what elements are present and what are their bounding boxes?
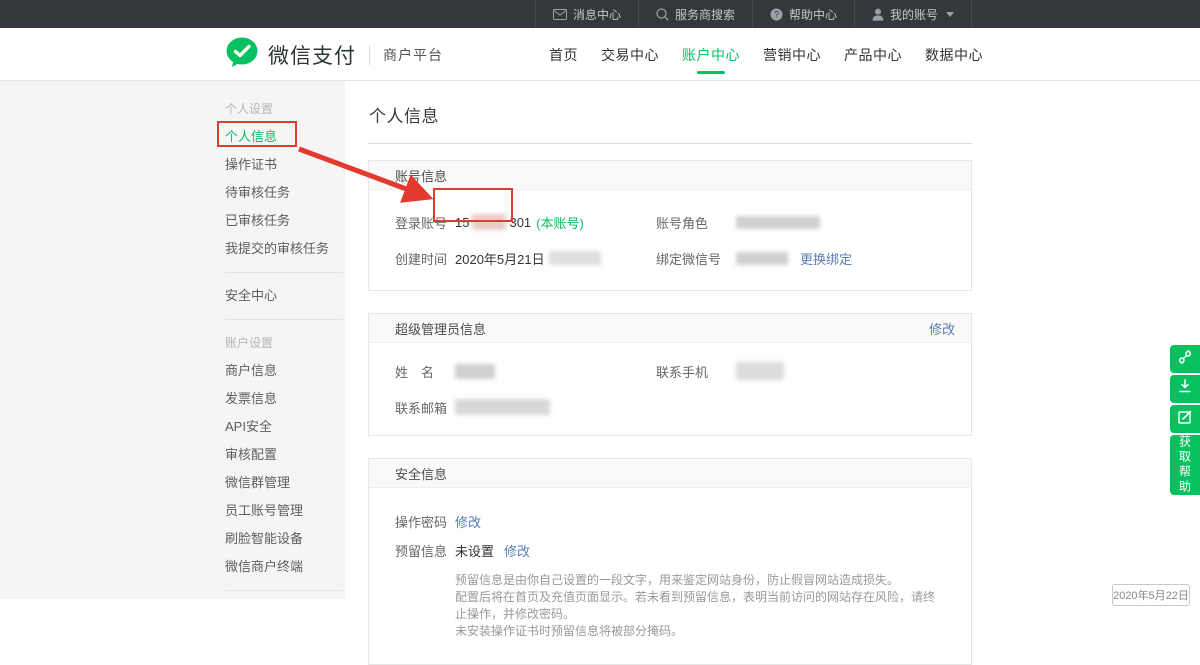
- super-admin-edit-link[interactable]: 修改: [929, 319, 955, 338]
- operation-password-label: 操作密码: [395, 512, 455, 531]
- nav-marketing-center[interactable]: 营销中心: [763, 28, 821, 81]
- my-account-label: 我的账号: [890, 6, 938, 23]
- nav-transaction-center[interactable]: 交易中心: [601, 28, 659, 81]
- quick-link-button[interactable]: [1170, 345, 1200, 373]
- sidebar-group-account-settings: 账户设置: [225, 329, 345, 357]
- security-info-section: 安全信息 操作密码 修改 预留信息 未设置 修改 预留信息是由你自己设置的一段文…: [368, 458, 972, 665]
- admin-name-label: 姓 名: [395, 362, 455, 381]
- nav-data-center[interactable]: 数据中心: [925, 28, 983, 81]
- nav-product-center[interactable]: 产品中心: [844, 28, 902, 81]
- contact-phone-label: 联系手机: [656, 362, 736, 381]
- help-center-item[interactable]: ? 帮助中心: [752, 0, 854, 28]
- login-account-value: 15 301 (本账号): [455, 213, 584, 232]
- sidebar-item-pending-review-tasks[interactable]: 待审核任务: [225, 179, 345, 207]
- help-center-label: 帮助中心: [789, 6, 837, 23]
- download-button[interactable]: [1170, 375, 1200, 403]
- message-center-label: 消息中心: [573, 6, 621, 23]
- reserved-info-notes: 预留信息是由你自己设置的一段文字，用来鉴定网站身份，防止假冒网站造成损失。 配置…: [455, 572, 945, 640]
- account-role-label: 账号角色: [656, 213, 736, 232]
- rebind-wechat-link[interactable]: 更换绑定: [800, 249, 852, 268]
- link-icon: [1178, 349, 1192, 370]
- portal-name: 商户平台: [383, 45, 443, 65]
- my-account-item[interactable]: 我的账号: [854, 0, 972, 28]
- login-account-label: 登录账号: [395, 213, 455, 232]
- contact-email-label: 联系邮箱: [395, 398, 455, 417]
- brand-divider: [369, 45, 370, 65]
- bound-wechat-label: 绑定微信号: [656, 249, 736, 268]
- redacted-created-time: [549, 251, 601, 265]
- security-info-section-title: 安全信息: [395, 464, 447, 483]
- note-line: 预留信息是由你自己设置的一段文字，用来鉴定网站身份，防止假冒网站造成损失。: [455, 572, 945, 589]
- account-info-section-title: 账号信息: [395, 166, 447, 185]
- super-admin-section-title: 超级管理员信息: [395, 319, 486, 338]
- note-line: 未安装操作证书时预留信息将被部分掩码。: [455, 623, 945, 640]
- created-time-label: 创建时间: [395, 249, 455, 268]
- search-icon: [656, 8, 669, 21]
- message-center-item[interactable]: 消息中心: [535, 0, 638, 28]
- redacted-account-role: [736, 216, 820, 229]
- sidebar-item-operation-certificate[interactable]: 操作证书: [225, 151, 345, 179]
- edit-icon: [1178, 410, 1192, 429]
- date-chip: 2020年5月22日: [1112, 584, 1190, 606]
- main-content: 个人信息 账号信息 登录账号 15 301 (本账号): [345, 81, 1200, 599]
- page-header: 微信支付 商户平台 首页 交易中心 账户中心 营销中心 产品中心 数据中心: [0, 28, 1200, 81]
- account-info-section: 账号信息 登录账号 15 301 (本账号) 账号角色: [368, 160, 972, 291]
- sidebar-divider: [225, 319, 343, 320]
- redacted-admin-name: [455, 364, 495, 379]
- note-line: 配置后将在首页及充值页面显示。若未看到预留信息，表明当前访问的网站存在风险，请终…: [455, 589, 945, 623]
- user-icon: [872, 8, 884, 21]
- sidebar-item-api-security[interactable]: API安全: [225, 413, 345, 441]
- svg-text:?: ?: [774, 9, 779, 19]
- redacted-login-middle: [472, 214, 506, 230]
- download-icon: [1178, 379, 1192, 399]
- nav-account-center[interactable]: 账户中心: [682, 28, 740, 81]
- sidebar-item-security-center[interactable]: 安全中心: [225, 282, 345, 310]
- brand-name: 微信支付: [268, 40, 356, 70]
- reserved-info-status: 未设置: [455, 541, 494, 560]
- redacted-wechat-id: [736, 252, 788, 265]
- sidebar-item-review-config[interactable]: 审核配置: [225, 441, 345, 469]
- service-provider-search-label: 服务商搜索: [675, 6, 735, 23]
- created-time-value: 2020年5月21日: [455, 249, 601, 268]
- sidebar-item-reviewed-tasks[interactable]: 已审核任务: [225, 207, 345, 235]
- main-nav: 首页 交易中心 账户中心 营销中心 产品中心 数据中心: [549, 28, 983, 81]
- super-admin-section: 超级管理员信息 修改 姓 名 联系手机 联系邮箱: [368, 313, 972, 436]
- service-provider-search-item[interactable]: 服务商搜索: [638, 0, 752, 28]
- sidebar-item-invoice-info[interactable]: 发票信息: [225, 385, 345, 413]
- sidebar-group-personal-settings: 个人设置: [225, 95, 345, 123]
- wechat-pay-logo-icon: [225, 37, 259, 72]
- sidebar-item-wechat-group-management[interactable]: 微信群管理: [225, 469, 345, 497]
- sidebar-divider: [225, 272, 343, 273]
- sidebar-divider: [225, 590, 343, 591]
- feedback-button[interactable]: [1170, 405, 1200, 433]
- sidebar-item-wechat-merchant-terminal[interactable]: 微信商户终端: [225, 553, 345, 581]
- current-account-note: (本账号): [536, 213, 584, 232]
- sidebar-item-my-submitted-tasks[interactable]: 我提交的审核任务: [225, 235, 345, 263]
- sidebar-item-face-smart-device[interactable]: 刷脸智能设备: [225, 525, 345, 553]
- reserved-info-edit-link[interactable]: 修改: [504, 541, 530, 560]
- top-utility-bar: 消息中心 服务商搜索 ? 帮助中心 我的账号: [0, 0, 1200, 28]
- floating-help-stack: 获取帮助: [1170, 345, 1200, 495]
- mail-icon: [553, 9, 567, 20]
- reserved-info-label: 预留信息: [395, 541, 455, 560]
- chevron-down-icon: [946, 12, 954, 17]
- sidebar-item-staff-account-management[interactable]: 员工账号管理: [225, 497, 345, 525]
- page-title: 个人信息: [368, 94, 972, 144]
- redacted-contact-email: [455, 399, 550, 415]
- sidebar: 个人设置 个人信息 操作证书 待审核任务 已审核任务 我提交的审核任务 安全中心…: [0, 81, 345, 599]
- sidebar-item-personal-info[interactable]: 个人信息: [225, 123, 345, 151]
- nav-home[interactable]: 首页: [549, 28, 578, 81]
- get-help-button[interactable]: 获取帮助: [1170, 435, 1200, 495]
- wechat-pay-logo[interactable]: 微信支付 商户平台: [225, 28, 443, 81]
- sidebar-item-merchant-info[interactable]: 商户信息: [225, 357, 345, 385]
- operation-password-edit-link[interactable]: 修改: [455, 512, 481, 531]
- help-icon: ?: [770, 8, 783, 21]
- redacted-contact-phone: [736, 362, 784, 380]
